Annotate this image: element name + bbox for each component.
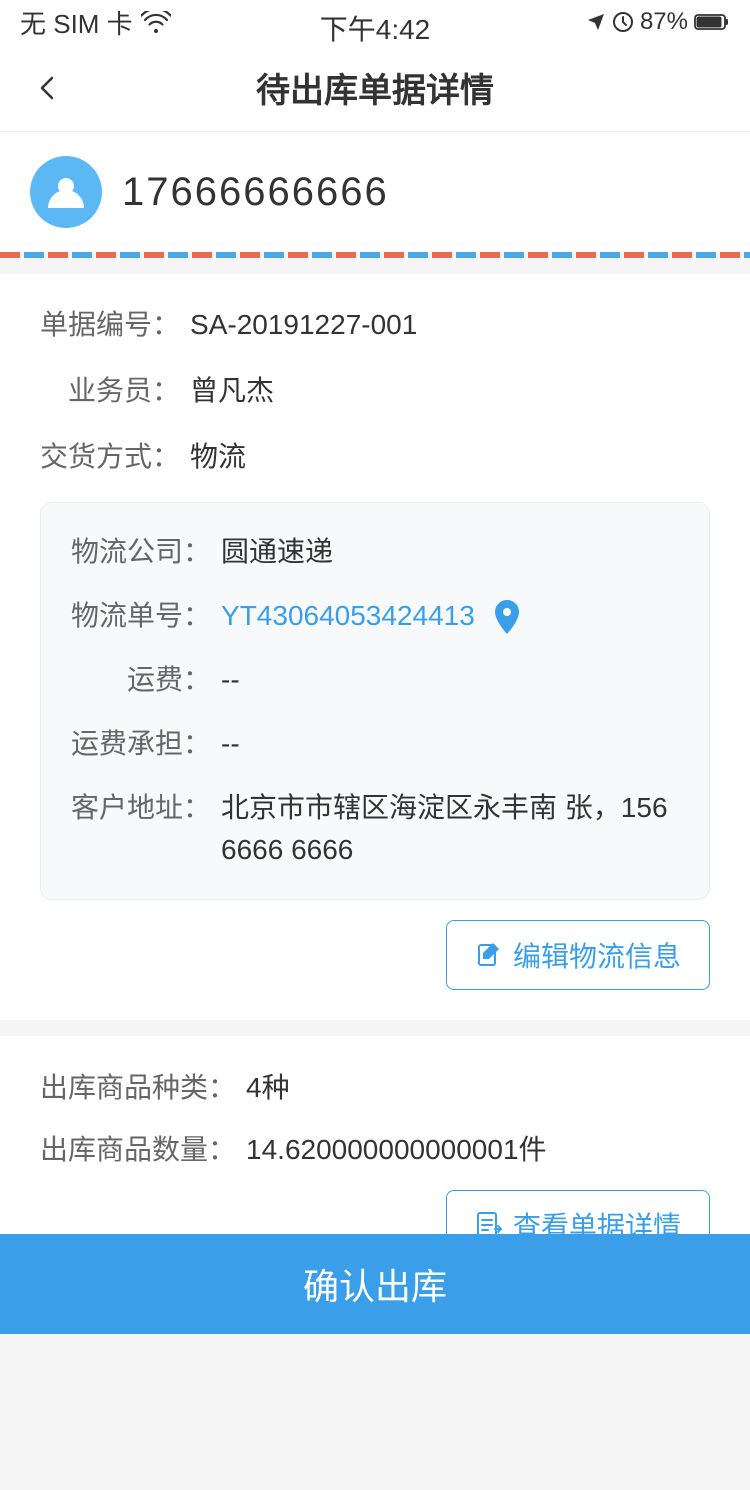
location-arrow-icon	[586, 12, 606, 32]
tracking-number-text: YT43064053424413	[221, 595, 475, 637]
freight-bearer-label: 运费承担：	[71, 723, 211, 765]
logistics-tracking-value: YT43064053424413	[221, 595, 679, 637]
logistics-card: 物流公司： 圆通速递 物流单号： YT43064053424413 运费： --	[40, 502, 710, 900]
wifi-icon	[141, 11, 171, 33]
salesman-value: 曾凡杰	[190, 370, 710, 412]
freight-bearer-value: --	[221, 723, 679, 765]
confirm-btn-text: 确认出库	[303, 1258, 447, 1310]
edit-btn-row: 编辑物流信息	[40, 920, 710, 990]
goods-types-row: 出库商品种类： 4种	[40, 1066, 710, 1106]
status-right: 87%	[586, 8, 730, 36]
logistics-company-row: 物流公司： 圆通速递	[71, 531, 679, 573]
delivery-value: 物流	[190, 436, 710, 478]
clock-icon	[612, 11, 634, 33]
user-icon	[44, 170, 88, 214]
address-row: 客户地址： 北京市市辖区海淀区永丰南 张，156 6666 6666	[71, 787, 679, 871]
freight-label: 运费：	[71, 659, 211, 701]
logistics-tracking-label: 物流单号：	[71, 595, 211, 637]
dashed-divider	[0, 252, 750, 258]
page-title: 待出库单据详情	[256, 63, 494, 112]
delivery-row: 交货方式： 物流	[40, 436, 710, 478]
goods-quantity-row: 出库商品数量： 14.620000000000001件	[40, 1128, 710, 1168]
user-header: 17666666666	[0, 132, 750, 252]
battery-icon	[694, 13, 730, 31]
goods-quantity-value: 14.620000000000001件	[246, 1128, 547, 1168]
order-number-row: 单据编号： SA-20191227-001	[40, 304, 710, 346]
salesman-row: 业务员： 曾凡杰	[40, 370, 710, 412]
status-bar: 无 SIM 卡 下午4:42 87%	[0, 0, 750, 44]
logistics-tracking-row: 物流单号： YT43064053424413	[71, 595, 679, 637]
logistics-company-label: 物流公司：	[71, 531, 211, 573]
delivery-label: 交货方式：	[40, 436, 180, 478]
goods-types-value: 4种	[246, 1066, 290, 1106]
no-sim-text: 无 SIM 卡	[20, 4, 133, 41]
freight-row: 运费： --	[71, 659, 679, 701]
status-time: 下午4:42	[320, 8, 431, 48]
confirm-btn-bar[interactable]: 确认出库	[0, 1234, 750, 1334]
goods-quantity-label: 出库商品数量：	[40, 1128, 236, 1168]
edit-icon	[475, 941, 503, 969]
order-info-section: 单据编号： SA-20191227-001 业务员： 曾凡杰 交货方式： 物流 …	[0, 274, 750, 1020]
logistics-company-value: 圆通速递	[221, 531, 679, 573]
user-phone: 17666666666	[122, 170, 389, 215]
edit-logistics-label: 编辑物流信息	[513, 935, 681, 975]
map-pin-icon[interactable]	[489, 598, 525, 634]
nav-bar: 待出库单据详情	[0, 44, 750, 132]
freight-value: --	[221, 659, 679, 701]
freight-bearer-row: 运费承担： --	[71, 723, 679, 765]
section-divider	[0, 1020, 750, 1036]
salesman-label: 业务员：	[40, 370, 180, 412]
address-label: 客户地址：	[71, 787, 211, 829]
back-button[interactable]	[24, 64, 72, 112]
order-number-value: SA-20191227-001	[190, 304, 710, 346]
order-number-label: 单据编号：	[40, 304, 180, 346]
address-value: 北京市市辖区海淀区永丰南 张，156 6666 6666	[221, 787, 679, 871]
battery-percent: 87%	[640, 8, 688, 36]
avatar	[30, 156, 102, 228]
status-left: 无 SIM 卡	[20, 4, 171, 41]
goods-types-label: 出库商品种类：	[40, 1066, 236, 1106]
edit-logistics-button[interactable]: 编辑物流信息	[446, 920, 710, 990]
